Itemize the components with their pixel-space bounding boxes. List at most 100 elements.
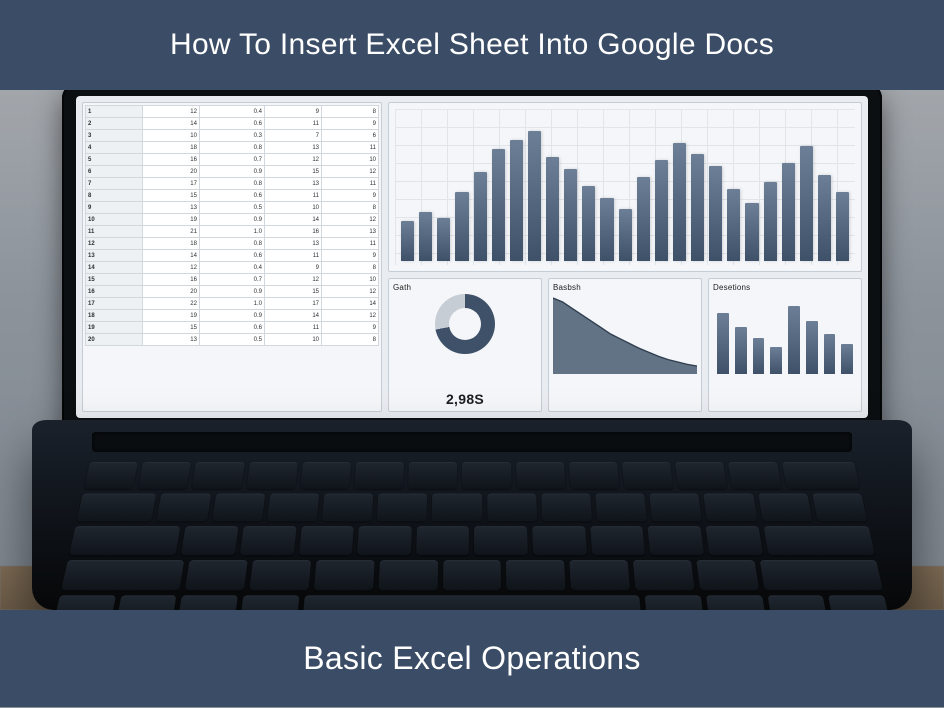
cell: 14 <box>265 214 322 226</box>
cell: 13 <box>265 238 322 250</box>
bar <box>818 175 831 261</box>
cell: 16 <box>142 274 199 286</box>
cell: 9 <box>265 106 322 118</box>
cell: 0.9 <box>199 310 264 322</box>
area-title: Basbsh <box>553 283 697 292</box>
bar <box>764 182 777 261</box>
cell: 7 <box>86 178 143 190</box>
cell: 15 <box>142 322 199 334</box>
cell: 15 <box>86 274 143 286</box>
cell: 12 <box>142 262 199 274</box>
cell: 0.9 <box>199 166 264 178</box>
cell: 10 <box>322 154 379 166</box>
bar <box>824 334 836 374</box>
cell: 10 <box>265 334 322 346</box>
cell: 9 <box>265 262 322 274</box>
cell: 13 <box>322 226 379 238</box>
cell: 2 <box>86 118 143 130</box>
bar <box>419 212 432 261</box>
cell: 7 <box>265 130 322 142</box>
cell: 10 <box>265 202 322 214</box>
cell: 14 <box>322 298 379 310</box>
cell: 13 <box>142 334 199 346</box>
cell: 0.8 <box>199 238 264 250</box>
bar <box>753 338 765 374</box>
bar <box>619 209 632 261</box>
cell: 9 <box>322 190 379 202</box>
cell: 0.4 <box>199 262 264 274</box>
bar <box>806 321 818 374</box>
cell: 12 <box>322 214 379 226</box>
bar <box>528 131 541 261</box>
cell: 12 <box>322 286 379 298</box>
bar <box>836 192 849 261</box>
cell: 8 <box>322 106 379 118</box>
cell: 13 <box>265 142 322 154</box>
keyboard <box>62 462 882 585</box>
hero-image: 1120.4982140.61193100.3764180.813115160.… <box>0 90 944 610</box>
bar <box>770 347 782 374</box>
cell: 18 <box>86 310 143 322</box>
cell: 20 <box>142 286 199 298</box>
cell: 15 <box>265 286 322 298</box>
cell: 0.6 <box>199 250 264 262</box>
cell: 11 <box>322 142 379 154</box>
cell: 14 <box>265 310 322 322</box>
bar <box>735 327 747 374</box>
bar <box>691 154 704 261</box>
header-band: How To Insert Excel Sheet Into Google Do… <box>0 0 944 90</box>
bar <box>841 344 853 374</box>
cell: 14 <box>86 262 143 274</box>
cell: 0.4 <box>199 106 264 118</box>
cell: 11 <box>265 322 322 334</box>
spreadsheet-app: 1120.4982140.61193100.3764180.813115160.… <box>76 96 868 418</box>
bar <box>709 166 722 261</box>
cell: 0.6 <box>199 190 264 202</box>
cell: 20 <box>86 334 143 346</box>
cell: 19 <box>142 214 199 226</box>
area-chart <box>553 294 697 374</box>
cell: 0.8 <box>199 178 264 190</box>
cell: 0.3 <box>199 130 264 142</box>
cell: 0.8 <box>199 142 264 154</box>
cell: 11 <box>322 178 379 190</box>
bar <box>673 143 686 261</box>
cell: 3 <box>86 130 143 142</box>
cell: 22 <box>142 298 199 310</box>
cell: 0.9 <box>199 214 264 226</box>
bar <box>401 221 414 261</box>
cell: 10 <box>322 274 379 286</box>
cell: 11 <box>265 250 322 262</box>
cell: 8 <box>86 190 143 202</box>
cell: 8 <box>322 202 379 214</box>
cell: 0.9 <box>199 286 264 298</box>
cell: 15 <box>265 166 322 178</box>
cell: 8 <box>322 334 379 346</box>
cell: 0.5 <box>199 334 264 346</box>
footer-title: Basic Excel Operations <box>303 640 640 676</box>
bar <box>455 192 468 261</box>
cell: 0.6 <box>199 118 264 130</box>
bar <box>745 203 758 261</box>
cell: 12 <box>142 106 199 118</box>
cell: 12 <box>322 166 379 178</box>
cell: 13 <box>265 178 322 190</box>
bar <box>788 306 800 374</box>
smallbar-title: Desetions <box>713 283 857 292</box>
cell: 18 <box>142 238 199 250</box>
cell: 11 <box>265 190 322 202</box>
cell: 16 <box>86 286 143 298</box>
cell: 6 <box>322 130 379 142</box>
touch-bar <box>92 432 852 452</box>
cell: 9 <box>86 202 143 214</box>
cell: 19 <box>86 322 143 334</box>
cell: 1.0 <box>199 226 264 238</box>
bar <box>510 140 523 261</box>
donut-title: Gath <box>393 283 537 292</box>
cell: 8 <box>322 262 379 274</box>
bar <box>582 186 595 261</box>
data-table: 1120.4982140.61193100.3764180.813115160.… <box>85 105 379 346</box>
cell: 18 <box>142 142 199 154</box>
cell: 11 <box>322 238 379 250</box>
cell: 14 <box>142 250 199 262</box>
